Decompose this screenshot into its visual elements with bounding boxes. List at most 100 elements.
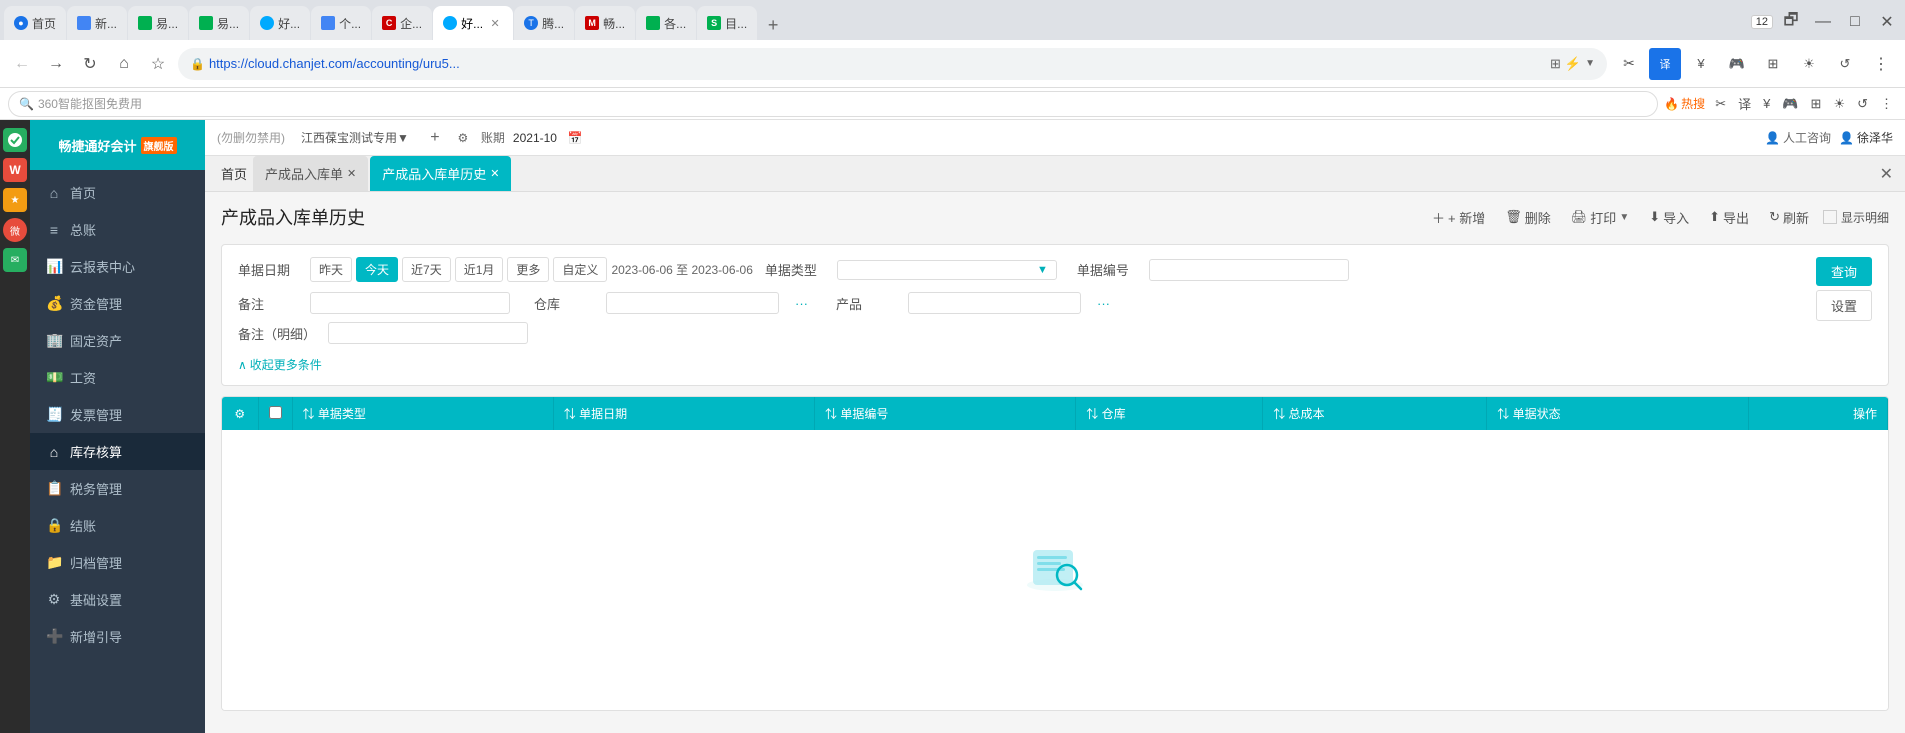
tab-7[interactable]: C 企... [372, 6, 432, 40]
query-button[interactable]: 查询 [1816, 257, 1872, 286]
cut-tool[interactable]: ✂ [1711, 94, 1730, 114]
sidebar-item-funds[interactable]: 💰 资金管理 [30, 285, 205, 322]
list-tab-close[interactable]: ✕ [347, 167, 356, 180]
print-button[interactable]: 🖨 打印 ▼ [1565, 205, 1635, 230]
history-tool[interactable]: ↺ [1829, 48, 1861, 80]
col-settings[interactable]: ⚙ [222, 397, 258, 430]
minimize-button[interactable]: — [1809, 8, 1837, 36]
forward-button[interactable]: → [42, 50, 70, 78]
close-window-button[interactable]: ✕ [1873, 8, 1901, 36]
tab-9[interactable]: T 腾... [514, 6, 574, 40]
tab-11[interactable]: 各... [636, 6, 696, 40]
app-icon-3[interactable]: ★ [3, 188, 27, 212]
col-bill-date[interactable]: ⇅ 单据日期 [553, 397, 814, 430]
tab-10[interactable]: M 畅... [575, 6, 635, 40]
yuan-tool[interactable]: ¥ [1685, 48, 1717, 80]
apps-tool[interactable]: ⊞ [1807, 94, 1826, 114]
restore-button[interactable]: 🗗 [1777, 8, 1805, 36]
history-tab-close[interactable]: ✕ [490, 167, 499, 180]
app-icon-5[interactable]: ✉ [3, 248, 27, 272]
1month-btn[interactable]: 近1月 [455, 257, 504, 282]
sidebar-item-newbill[interactable]: ➕ 新增引导 [30, 618, 205, 655]
game-tool[interactable]: 🎮 [1721, 48, 1753, 80]
refresh-button[interactable]: ↻ 刷新 [1763, 205, 1815, 230]
sidebar-item-base[interactable]: ⚙ 基础设置 [30, 581, 205, 618]
home-button[interactable]: ⌂ [110, 50, 138, 78]
import-button[interactable]: ⬇ 导入 [1643, 205, 1695, 230]
select-all-checkbox[interactable] [269, 406, 282, 419]
tab-2[interactable]: 新... [67, 6, 127, 40]
sidebar-item-fixed[interactable]: 🏢 固定资产 [30, 322, 205, 359]
undo-tool[interactable]: ↺ [1853, 94, 1872, 114]
sidebar-item-ledger[interactable]: ≡ 总账 [30, 211, 205, 248]
add-company-button[interactable]: + [425, 128, 445, 148]
brightness-tool[interactable]: ☀ [1829, 94, 1849, 114]
warehouse-input[interactable] [606, 292, 779, 314]
maximize-button[interactable]: □ [1841, 8, 1869, 36]
app-icon-4[interactable]: 微 [3, 218, 27, 242]
today-btn[interactable]: 今天 [356, 257, 398, 282]
type-select[interactable]: ▼ [837, 260, 1057, 280]
tab-8[interactable]: 好... ✕ [433, 6, 513, 40]
settings-query-button[interactable]: 设置 [1816, 290, 1872, 321]
product-input[interactable] [908, 292, 1081, 314]
sidebar-item-wages[interactable]: 💵 工资 [30, 359, 205, 396]
more-tool2[interactable]: ⋮ [1876, 94, 1897, 114]
tab-6[interactable]: 个... [311, 6, 371, 40]
tab-12[interactable]: S 目... [697, 6, 757, 40]
col-warehouse[interactable]: ⇅ 仓库 [1076, 397, 1263, 430]
col-bill-status[interactable]: ⇅ 单据状态 [1487, 397, 1748, 430]
col-checkbox[interactable] [258, 397, 292, 430]
tab-count[interactable]: 12 [1751, 15, 1773, 29]
grid-view-tool[interactable]: ⊞ [1757, 48, 1789, 80]
sidebar-item-closing[interactable]: 🔒 结账 [30, 507, 205, 544]
tab-3[interactable]: 易... [128, 6, 188, 40]
tab-1[interactable]: ● 首页 [4, 6, 66, 40]
collapse-button[interactable]: ∧ 收起更多条件 [238, 356, 1872, 373]
hot-search[interactable]: 🔥 热搜 [1664, 95, 1705, 112]
7days-btn[interactable]: 近7天 [402, 257, 451, 282]
theme-tool[interactable]: ☀ [1793, 48, 1825, 80]
warehouse-dots[interactable]: ··· [791, 296, 812, 311]
custom-btn[interactable]: 自定义 [553, 257, 607, 282]
refresh-button[interactable]: ↻ [76, 50, 104, 78]
tr-tool[interactable]: 译 [1734, 92, 1755, 115]
translate-tool[interactable]: 译 [1649, 48, 1681, 80]
note-detail-input[interactable] [328, 322, 528, 344]
settings-button[interactable]: ⚙ [453, 128, 473, 148]
col-bill-number[interactable]: ⇅ 单据编号 [815, 397, 1076, 430]
page-close-button[interactable]: ✕ [1880, 164, 1893, 184]
tab-close-8[interactable]: ✕ [487, 15, 503, 31]
col-total-cost[interactable]: ⇅ 总成本 [1263, 397, 1487, 430]
bookmark-button[interactable]: ☆ [144, 50, 172, 78]
rmbsymbol-tool[interactable]: ¥ [1759, 94, 1774, 113]
app-icon-1[interactable] [3, 128, 27, 152]
breadcrumb-tab-list[interactable]: 产成品入库单 ✕ [253, 156, 368, 191]
tab-5[interactable]: 好... [250, 6, 310, 40]
scissors-tool[interactable]: ✂ [1613, 48, 1645, 80]
sidebar-item-home[interactable]: ⌂ 首页 [30, 174, 205, 211]
yesterday-btn[interactable]: 昨天 [310, 257, 352, 282]
sidebar-item-tax[interactable]: 📋 税务管理 [30, 470, 205, 507]
col-bill-type[interactable]: ⇅ 单据类型 [292, 397, 553, 430]
breadcrumb-home[interactable]: 首页 [217, 156, 251, 191]
show-detail-checkbox[interactable] [1823, 210, 1837, 224]
sidebar-item-reports[interactable]: 📊 云报表中心 [30, 248, 205, 285]
search-input[interactable]: 🔍 360智能抠图免费用 [8, 91, 1658, 117]
address-input[interactable]: 🔒 https://cloud.chanjet.com/accounting/u… [178, 48, 1607, 80]
service-button[interactable]: 👤 人工咨询 [1765, 129, 1831, 146]
new-button[interactable]: ＋ + 新增 [1426, 205, 1491, 230]
app-icon-2[interactable]: W [3, 158, 27, 182]
sidebar-item-archive[interactable]: 📁 归档管理 [30, 544, 205, 581]
user-button[interactable]: 👤 徐泽华 [1839, 129, 1893, 146]
number-input[interactable] [1149, 259, 1349, 281]
game-tool2[interactable]: 🎮 [1778, 94, 1802, 114]
delete-button[interactable]: 🗑 删除 [1499, 205, 1557, 230]
product-dots[interactable]: ··· [1093, 296, 1114, 311]
sidebar-item-inventory[interactable]: ⌂ 库存核算 [30, 433, 205, 470]
new-tab-button[interactable]: + [758, 10, 788, 40]
calendar-button[interactable]: 📅 [565, 128, 585, 148]
tab-4[interactable]: 易... [189, 6, 249, 40]
sidebar-item-invoice[interactable]: 🧾 发票管理 [30, 396, 205, 433]
more-btn[interactable]: 更多 [507, 257, 549, 282]
